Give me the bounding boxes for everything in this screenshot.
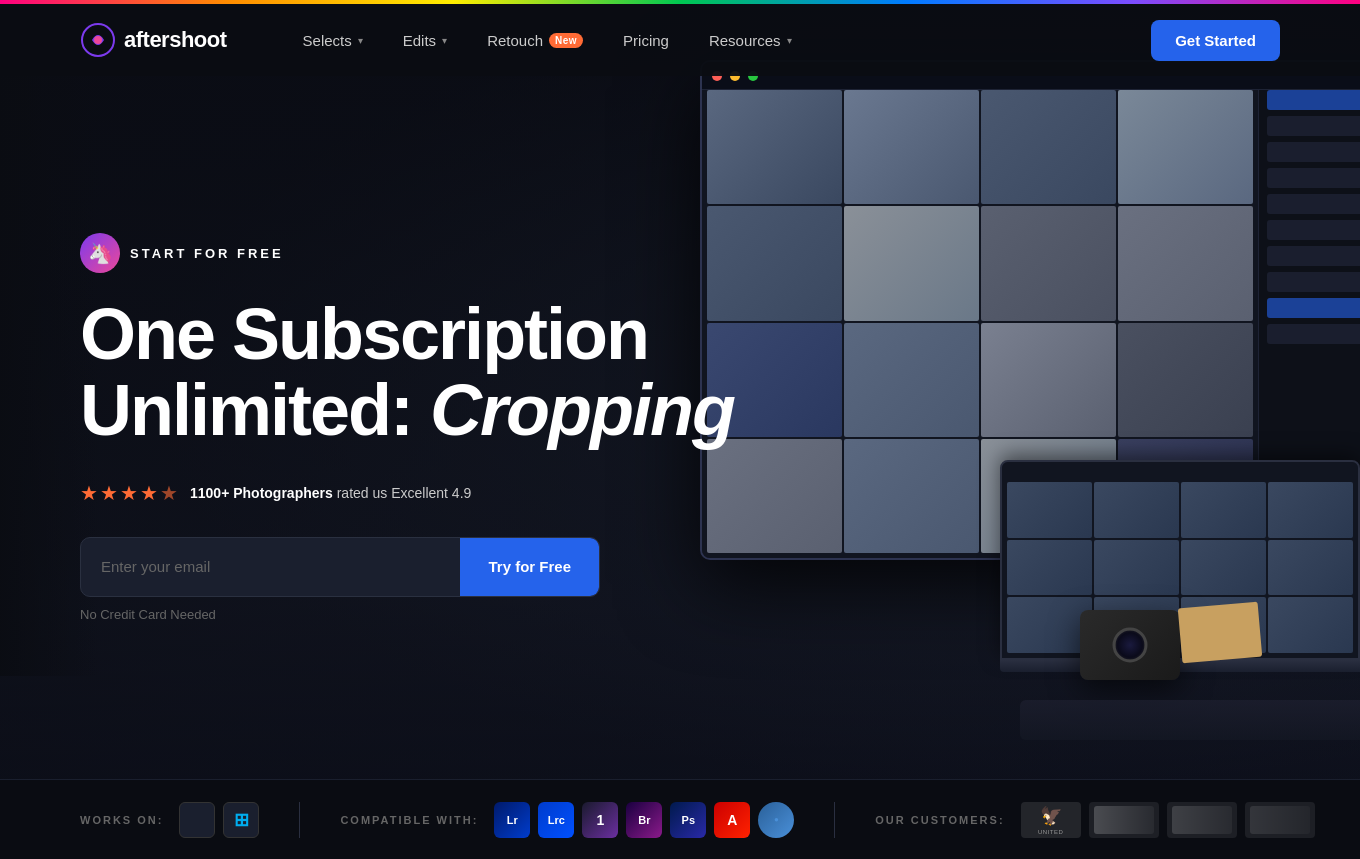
nav-item-selects[interactable]: Selects ▾ [287, 24, 379, 57]
star-rating: ★ ★ ★ ★ ★ [80, 481, 178, 505]
chevron-down-icon: ▾ [358, 35, 363, 46]
unicorn-icon: 🦄 [80, 233, 120, 273]
star-5: ★ [160, 481, 178, 505]
united-logo: 🦅 UNITED [1021, 802, 1081, 838]
chevron-down-icon: ▾ [787, 35, 792, 46]
affinity-logo: A [714, 802, 750, 838]
customer-logo-2 [1089, 802, 1159, 838]
works-on-logos: ⊞ [179, 802, 259, 838]
start-for-free-label: START FOR FREE [130, 246, 284, 261]
customer-logo-4 [1245, 802, 1315, 838]
rating-count: 1100+ [190, 485, 229, 501]
nav-item-resources[interactable]: Resources ▾ [693, 24, 808, 57]
hero-section: 🦄 START FOR FREE One Subscription Unlimi… [0, 76, 1360, 779]
compatible-label: COMPATIBLE WITH: [340, 814, 478, 826]
other-logo: ● [758, 802, 794, 838]
chevron-down-icon: ▾ [442, 35, 447, 46]
star-3: ★ [120, 481, 138, 505]
nav-item-edits[interactable]: Edits ▾ [387, 24, 463, 57]
rating-description: rated us Excellent 4.9 [337, 485, 472, 501]
hero-title-line2-italic: Cropping [430, 370, 734, 450]
rainbow-bar [0, 0, 1360, 4]
star-1: ★ [80, 481, 98, 505]
new-badge: New [549, 33, 583, 48]
cta-form: Try for Free [80, 537, 600, 597]
bottom-bar: WORKS ON: ⊞ COMPATIBLE WITH: Lr Lrc 1 Br… [0, 779, 1360, 859]
logo[interactable]: aftershoot [80, 22, 227, 58]
svg-point-1 [94, 36, 102, 44]
customers-label: OUR CUSTOMERS: [875, 814, 1004, 826]
nav-links: Selects ▾ Edits ▾ Retouch New Pricing Re… [287, 24, 1152, 57]
nav-item-retouch[interactable]: Retouch New [471, 24, 599, 57]
lightroom-logo: Lr [494, 802, 530, 838]
bridge-logo: Br [626, 802, 662, 838]
windows-icon: ⊞ [234, 809, 249, 831]
customers-section: OUR CUSTOMERS: 🦅 UNITED [834, 802, 1354, 838]
works-on-section: WORKS ON: ⊞ [80, 802, 299, 838]
star-2: ★ [100, 481, 118, 505]
try-for-free-button[interactable]: Try for Free [460, 538, 599, 596]
main-nav: aftershoot Selects ▾ Edits ▾ Retouch New… [0, 4, 1360, 76]
customer-logos: 🦅 UNITED [1021, 802, 1315, 838]
email-input[interactable] [81, 538, 460, 596]
logo-icon [80, 22, 116, 58]
rating-subject: Photographers [233, 485, 333, 501]
get-started-button[interactable]: Get Started [1151, 20, 1280, 61]
hero-title-line2-normal: Unlimited: [80, 370, 412, 450]
lightroom-classic-logo: Lrc [538, 802, 574, 838]
compatible-section: COMPATIBLE WITH: Lr Lrc 1 Br Ps A ● [299, 802, 834, 838]
hero-title-line1: One Subscription [80, 294, 648, 374]
customer-logo-3 [1167, 802, 1237, 838]
photoshop-logo: Ps [670, 802, 706, 838]
compatible-logos: Lr Lrc 1 Br Ps A ● [494, 802, 794, 838]
one-logo: 1 [582, 802, 618, 838]
hero-title: One Subscription Unlimited: Cropping [80, 297, 780, 448]
rating-text: 1100+ Photographers rated us Excellent 4… [190, 485, 471, 501]
logo-text: aftershoot [124, 27, 227, 53]
works-on-label: WORKS ON: [80, 814, 163, 826]
eagle-icon: 🦅 [1040, 805, 1062, 827]
start-badge: 🦄 START FOR FREE [80, 233, 1280, 273]
mac-logo [179, 802, 215, 838]
no-credit-text: No Credit Card Needed [80, 607, 1280, 622]
star-4: ★ [140, 481, 158, 505]
nav-item-pricing[interactable]: Pricing [607, 24, 685, 57]
eagle-text: UNITED [1038, 829, 1063, 835]
rating-row: ★ ★ ★ ★ ★ 1100+ Photographers rated us E… [80, 481, 1280, 505]
windows-logo: ⊞ [223, 802, 259, 838]
